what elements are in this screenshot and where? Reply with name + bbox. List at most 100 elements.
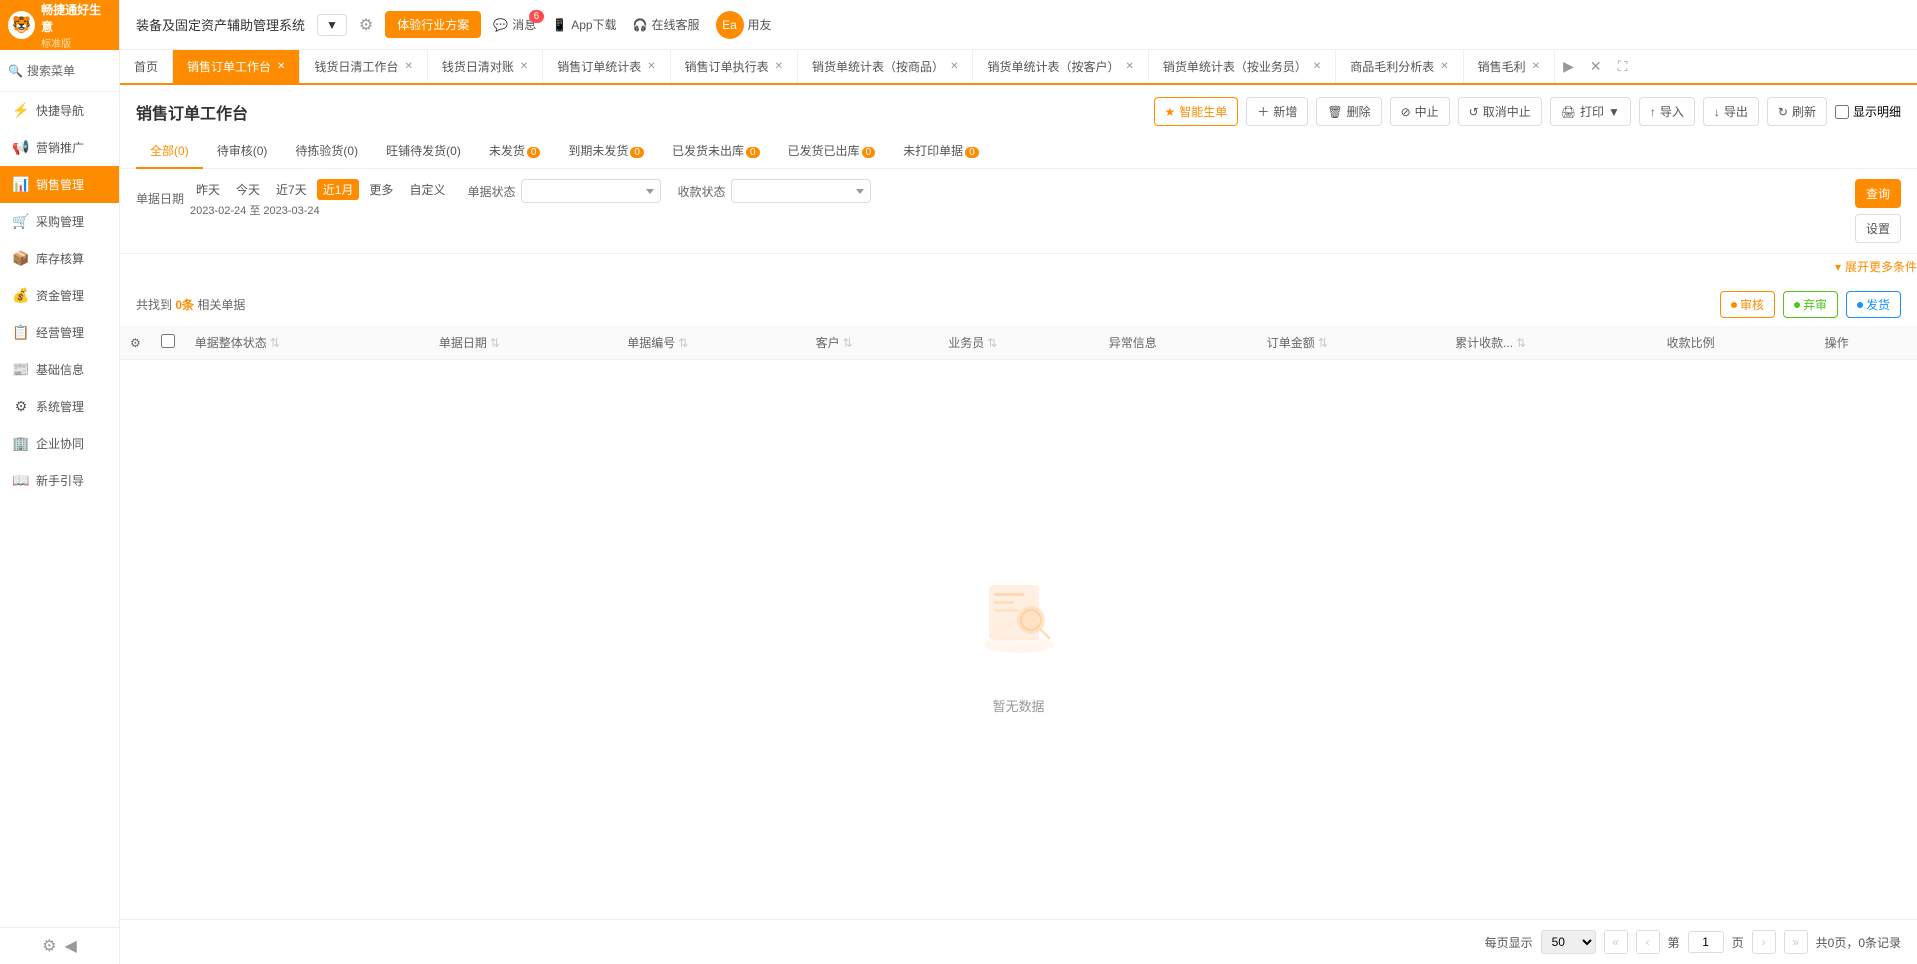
tab-sales-stat-staff[interactable]: 销货单统计表（按业务员） ✕ [1149, 50, 1336, 83]
date-today-button[interactable]: 今天 [230, 179, 266, 200]
tab-sales-profit[interactable]: 销售毛利 ✕ [1464, 50, 1555, 83]
tab-sales-exec[interactable]: 销售订单执行表 ✕ [671, 50, 798, 83]
ship-dot [1857, 302, 1863, 308]
tab-close-sales-exec[interactable]: ✕ [775, 61, 783, 72]
sidebar-item-guide[interactable]: 📖 新手引导 [0, 462, 119, 499]
sidebar-item-enterprise[interactable]: 🏢 企业协同 [0, 425, 119, 462]
date-last7-button[interactable]: 近7天 [270, 179, 313, 200]
sidebar-settings-button[interactable]: ⚙ [42, 936, 56, 956]
tab-close-sales-stat-staff[interactable]: ✕ [1313, 61, 1321, 72]
col-status-header[interactable]: 单据整体状态⇅ [185, 326, 429, 360]
tab-product-margin[interactable]: 商品毛利分析表 ✕ [1336, 50, 1463, 83]
tab-sales-stat[interactable]: 销售订单统计表 ✕ [543, 50, 670, 83]
tab-close-cash-daily[interactable]: ✕ [404, 61, 412, 72]
delete-button[interactable]: 🗑 删除 [1316, 97, 1381, 126]
subtab-shipped-out[interactable]: 已发货已出库0 [774, 134, 890, 169]
tab-sales-workbench[interactable]: 销售订单工作台 ✕ [173, 50, 300, 83]
print-button[interactable]: 🖨 打印 ▼ [1550, 97, 1631, 126]
subtab-overdue-not-shipped[interactable]: 到期未发货0 [554, 134, 658, 169]
ship-action-button[interactable]: 发货 [1846, 291, 1901, 318]
cancel-review-action-button[interactable]: 弃审 [1783, 291, 1838, 318]
payment-select[interactable] [731, 179, 871, 203]
search-menu-button[interactable]: 🔍 搜索菜单 [8, 58, 111, 83]
col-amount-header[interactable]: 订单金额⇅ [1257, 326, 1445, 360]
tab-close-sales-stat-product[interactable]: ✕ [950, 61, 958, 72]
col-staff-header[interactable]: 业务员⇅ [938, 326, 1098, 360]
sidebar-item-finance[interactable]: 💰 资金管理 [0, 277, 119, 314]
shipped-not-out-badge: 0 [746, 147, 760, 158]
page-size-label: 每页显示 [1485, 934, 1533, 951]
first-page-button[interactable]: « [1604, 930, 1628, 954]
subtab-all[interactable]: 全部(0) [136, 134, 203, 169]
smart-create-button[interactable]: ★ 智能生单 [1154, 97, 1239, 126]
sidebar-collapse-button[interactable]: ◀ [65, 936, 77, 956]
sidebar-item-basic[interactable]: 📰 基础信息 [0, 351, 119, 388]
sidebar-item-operations[interactable]: 📋 经营管理 [0, 314, 119, 351]
subtab-pending-review[interactable]: 待审核(0) [203, 134, 282, 169]
import-button[interactable]: ↑ 导入 [1639, 97, 1695, 126]
export-button[interactable]: ↓ 导出 [1703, 97, 1759, 126]
overdue-not-shipped-badge: 0 [630, 147, 644, 158]
tab-close-product-margin[interactable]: ✕ [1440, 61, 1448, 72]
expand-more-button[interactable]: ▾ 展开更多条件 [1835, 258, 1917, 275]
date-more-button[interactable]: 更多 [363, 179, 399, 200]
next-page-button[interactable]: › [1752, 930, 1776, 954]
online-service-button[interactable]: 🎧 在线客服 [633, 16, 700, 33]
topbar-settings-button[interactable]: ⚙ [359, 15, 373, 35]
tab-close-cash-reconcile[interactable]: ✕ [520, 61, 528, 72]
tab-close-sales-profit[interactable]: ✕ [1532, 61, 1540, 72]
subtab-shipped-not-out[interactable]: 已发货未出库0 [658, 134, 774, 169]
sidebar-item-system[interactable]: ⚙ 系统管理 [0, 388, 119, 425]
stop-button[interactable]: ⊘ 中止 [1390, 97, 1450, 126]
date-custom-button[interactable]: 自定义 [403, 179, 451, 200]
tabbar-fullscreen-button[interactable]: ⛶ [1610, 50, 1636, 83]
query-button[interactable]: 查询 [1855, 179, 1901, 208]
tab-cash-reconcile[interactable]: 钱货日清对账 ✕ [428, 50, 543, 83]
status-select[interactable] [521, 179, 661, 203]
prev-page-button[interactable]: ‹ [1636, 930, 1660, 954]
col-customer-header[interactable]: 客户⇅ [806, 326, 939, 360]
guide-icon: 📖 [12, 472, 30, 489]
sidebar-item-sales[interactable]: 📊 销售管理 [0, 166, 119, 203]
tab-sales-stat-customer[interactable]: 销货单统计表（按客户） ✕ [973, 50, 1148, 83]
subtab-pending-inspect[interactable]: 待拣验货(0) [281, 134, 372, 169]
col-number-header[interactable]: 单据编号⇅ [617, 326, 805, 360]
subtab-not-shipped[interactable]: 未发货0 [475, 134, 555, 169]
col-collected-header[interactable]: 累计收款...⇅ [1445, 326, 1657, 360]
col-settings-header[interactable]: ⚙ [120, 326, 151, 360]
filter-settings-button[interactable]: 设置 [1855, 214, 1901, 243]
page-input[interactable] [1688, 931, 1724, 953]
date-last1m-button[interactable]: 近1月 [317, 179, 360, 200]
tab-close-sales-stat[interactable]: ✕ [647, 61, 655, 72]
refresh-button[interactable]: ↻ 刷新 [1767, 97, 1827, 126]
last-page-button[interactable]: » [1784, 930, 1808, 954]
sidebar-item-quick-nav[interactable]: ⚡ 快捷导航 [0, 92, 119, 129]
date-yesterday-button[interactable]: 昨天 [190, 179, 226, 200]
tabbar-close-all-button[interactable]: ✕ [1582, 50, 1610, 83]
user-menu-button[interactable]: Ea 用友 [716, 11, 772, 39]
system-dropdown-button[interactable]: ▼ [317, 14, 347, 36]
industry-solution-button[interactable]: 体验行业方案 [385, 11, 481, 38]
tab-close-sales-workbench[interactable]: ✕ [277, 61, 285, 72]
sidebar-item-purchase[interactable]: 🛒 采购管理 [0, 203, 119, 240]
select-all-checkbox[interactable] [161, 334, 175, 348]
detail-checkbox[interactable] [1835, 105, 1849, 119]
tabbar-more-button[interactable]: ▶ [1555, 50, 1582, 83]
subtab-wangpu-pending[interactable]: 旺铺待发货(0) [372, 134, 475, 169]
detail-checkbox-label[interactable]: 显示明细 [1835, 103, 1901, 120]
app-download-button[interactable]: 📱 App下载 [552, 16, 616, 33]
chevron-down-icon: ▾ [1835, 260, 1841, 274]
messages-button[interactable]: 💬 消息 6 [493, 16, 536, 33]
col-date-header[interactable]: 单据日期⇅ [429, 326, 617, 360]
tab-cash-daily[interactable]: 钱货日清工作台 ✕ [300, 50, 427, 83]
add-button[interactable]: ＋ 新增 [1246, 97, 1308, 126]
cancel-stop-button[interactable]: ↺ 取消中止 [1458, 97, 1542, 126]
subtab-not-printed[interactable]: 未打印单据0 [889, 134, 993, 169]
page-size-select[interactable]: 50 10 20 100 [1541, 930, 1596, 954]
tab-home[interactable]: 首页 [120, 50, 173, 83]
sidebar-item-marketing[interactable]: 📢 营销推广 [0, 129, 119, 166]
review-action-button[interactable]: 审核 [1720, 291, 1775, 318]
tab-sales-stat-product[interactable]: 销货单统计表（按商品） ✕ [798, 50, 973, 83]
sidebar-item-inventory[interactable]: 📦 库存核算 [0, 240, 119, 277]
tab-close-sales-stat-customer[interactable]: ✕ [1125, 61, 1133, 72]
